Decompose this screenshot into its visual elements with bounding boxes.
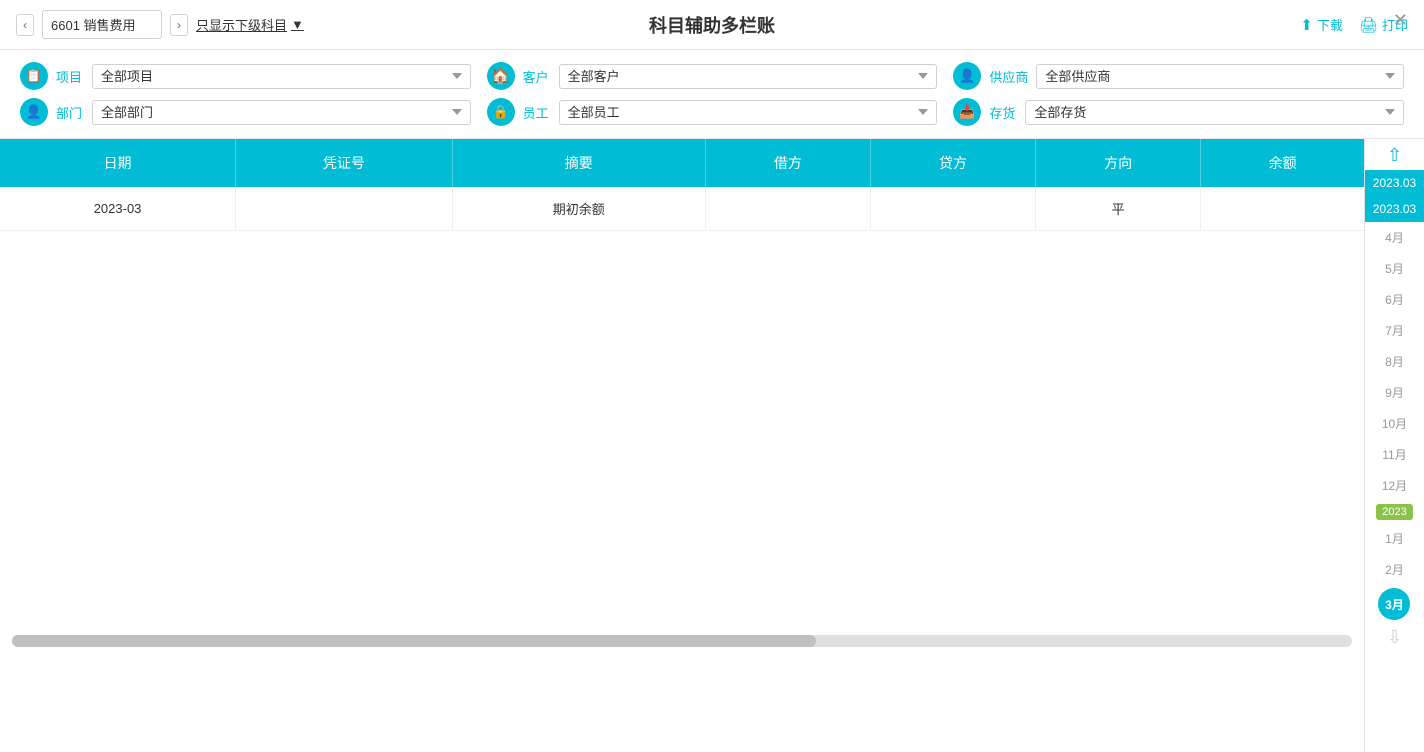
department-select[interactable]: 全部部门 — [92, 100, 471, 125]
side-month-item[interactable]: 9月 — [1376, 377, 1412, 408]
col-summary: 摘要 — [452, 139, 705, 187]
cell-direction: 平 — [1036, 187, 1201, 231]
print-icon: 🖨 — [1359, 16, 1378, 34]
col-direction: 方向 — [1036, 139, 1201, 187]
filter-supplier: 👤 供应商 全部供应商 — [945, 58, 1412, 94]
customer-select[interactable]: 全部客户 — [559, 64, 938, 89]
side-month-item[interactable]: 6月 — [1376, 284, 1412, 315]
cell-summary: 期初余额 — [452, 187, 705, 231]
cell-voucher — [236, 187, 452, 231]
side-month-panel: ⇧ 2023.03 2023.03 4月5月6月7月8月9月10月11月12月 2… — [1364, 139, 1424, 752]
scrollbar-thumb[interactable] — [12, 635, 816, 647]
filter-project: 📋 项目 全部项目 — [12, 58, 479, 94]
side-header-1-label: 2023.03 — [1373, 176, 1416, 190]
project-icon: 📋 — [20, 62, 48, 90]
col-date: 日期 — [0, 139, 236, 187]
show-sub-account-button[interactable]: 只显示下级科目 ▼ — [196, 15, 304, 34]
horizontal-scrollbar[interactable] — [12, 635, 1352, 647]
employee-label: 员工 — [523, 103, 551, 122]
filter-area: 📋 项目 全部项目 🏠 客户 全部客户 👤 供应商 全部供应商 👤 部门 全 — [0, 50, 1424, 139]
side-month-item[interactable]: 10月 — [1376, 408, 1412, 439]
inventory-select[interactable]: 全部存货 — [1025, 100, 1404, 125]
inventory-label: 存货 — [989, 103, 1017, 122]
side-header-1[interactable]: 2023.03 — [1365, 170, 1424, 196]
side-month-item[interactable]: 11月 — [1376, 439, 1412, 470]
project-select[interactable]: 全部项目 — [92, 64, 471, 89]
download-label: 下载 — [1317, 15, 1343, 34]
download-icon: ⬆ — [1300, 16, 1313, 34]
inventory-icon: 📥 — [953, 98, 981, 126]
supplier-select[interactable]: 全部供应商 — [1036, 64, 1404, 89]
prev-account-button[interactable]: ‹ — [16, 14, 34, 36]
ledger-table: 日期 凭证号 摘要 借方 贷方 方向 余额 2023-03 期初余额 平 — [0, 139, 1364, 231]
side-month-item[interactable]: 8月 — [1376, 346, 1412, 377]
department-icon: 👤 — [20, 98, 48, 126]
side-scroll-up-button[interactable]: ⇧ — [1383, 141, 1406, 170]
close-button[interactable]: ✕ — [1393, 10, 1408, 31]
col-balance: 余额 — [1201, 139, 1364, 187]
page-title: 科目辅助多栏账 — [649, 12, 775, 38]
filter-department: 👤 部门 全部部门 — [12, 94, 479, 130]
project-label: 项目 — [56, 67, 84, 86]
title-right: ⬆ 下载 🖨 打印 — [1300, 15, 1408, 34]
cell-balance — [1201, 187, 1364, 231]
side-header-2[interactable]: 2023.03 — [1365, 196, 1424, 222]
title-bar: ‹ 6601 销售费用 › 只显示下级科目 ▼ 科目辅助多栏账 ⬆ 下载 🖨 打… — [0, 0, 1424, 50]
employee-icon: 🔒 — [487, 98, 515, 126]
side-months-container: 4月5月6月7月8月9月10月11月12月 2023 1月2月3月 — [1376, 222, 1412, 623]
department-label: 部门 — [56, 103, 84, 122]
side-month-active[interactable]: 3月 — [1378, 588, 1410, 620]
filter-inventory: 📥 存货 全部存货 — [945, 94, 1412, 130]
supplier-label: 供应商 — [989, 67, 1028, 86]
col-debit: 借方 — [705, 139, 870, 187]
supplier-icon: 👤 — [953, 62, 981, 90]
cell-date: 2023-03 — [0, 187, 236, 231]
customer-icon: 🏠 — [487, 62, 515, 90]
main-content: 日期 凭证号 摘要 借方 贷方 方向 余额 2023-03 期初余额 平 — [0, 139, 1424, 752]
cell-credit — [870, 187, 1035, 231]
cell-debit — [705, 187, 870, 231]
title-left: ‹ 6601 销售费用 › 只显示下级科目 ▼ — [16, 10, 304, 39]
download-button[interactable]: ⬆ 下载 — [1300, 15, 1343, 34]
filter-customer: 🏠 客户 全部客户 — [479, 58, 946, 94]
show-sub-label: 只显示下级科目 — [196, 15, 287, 34]
table-row: 2023-03 期初余额 平 — [0, 187, 1364, 231]
customer-label: 客户 — [523, 67, 551, 86]
side-month-item[interactable]: 12月 — [1376, 470, 1412, 501]
account-code-display: 6601 销售费用 — [42, 10, 162, 39]
side-month-item[interactable]: 1月 — [1376, 523, 1412, 554]
side-header-2-label: 2023.03 — [1373, 202, 1416, 216]
show-sub-chevron-icon: ▼ — [291, 17, 304, 32]
side-month-item[interactable]: 5月 — [1376, 253, 1412, 284]
col-voucher: 凭证号 — [236, 139, 452, 187]
main-window: ‹ 6601 销售费用 › 只显示下级科目 ▼ 科目辅助多栏账 ⬆ 下载 🖨 打… — [0, 0, 1424, 752]
col-credit: 贷方 — [870, 139, 1035, 187]
employee-select[interactable]: 全部员工 — [559, 100, 938, 125]
side-scroll-down-button[interactable]: ⇩ — [1383, 623, 1406, 652]
table-area: 日期 凭证号 摘要 借方 贷方 方向 余额 2023-03 期初余额 平 — [0, 139, 1364, 752]
side-month-item[interactable]: 4月 — [1376, 222, 1412, 253]
next-account-button[interactable]: › — [170, 14, 188, 36]
filter-employee: 🔒 员工 全部员工 — [479, 94, 946, 130]
side-month-item[interactable]: 2月 — [1376, 554, 1412, 585]
side-month-item[interactable]: 7月 — [1376, 315, 1412, 346]
table-header-row: 日期 凭证号 摘要 借方 贷方 方向 余额 — [0, 139, 1364, 187]
year-badge[interactable]: 2023 — [1376, 504, 1412, 520]
